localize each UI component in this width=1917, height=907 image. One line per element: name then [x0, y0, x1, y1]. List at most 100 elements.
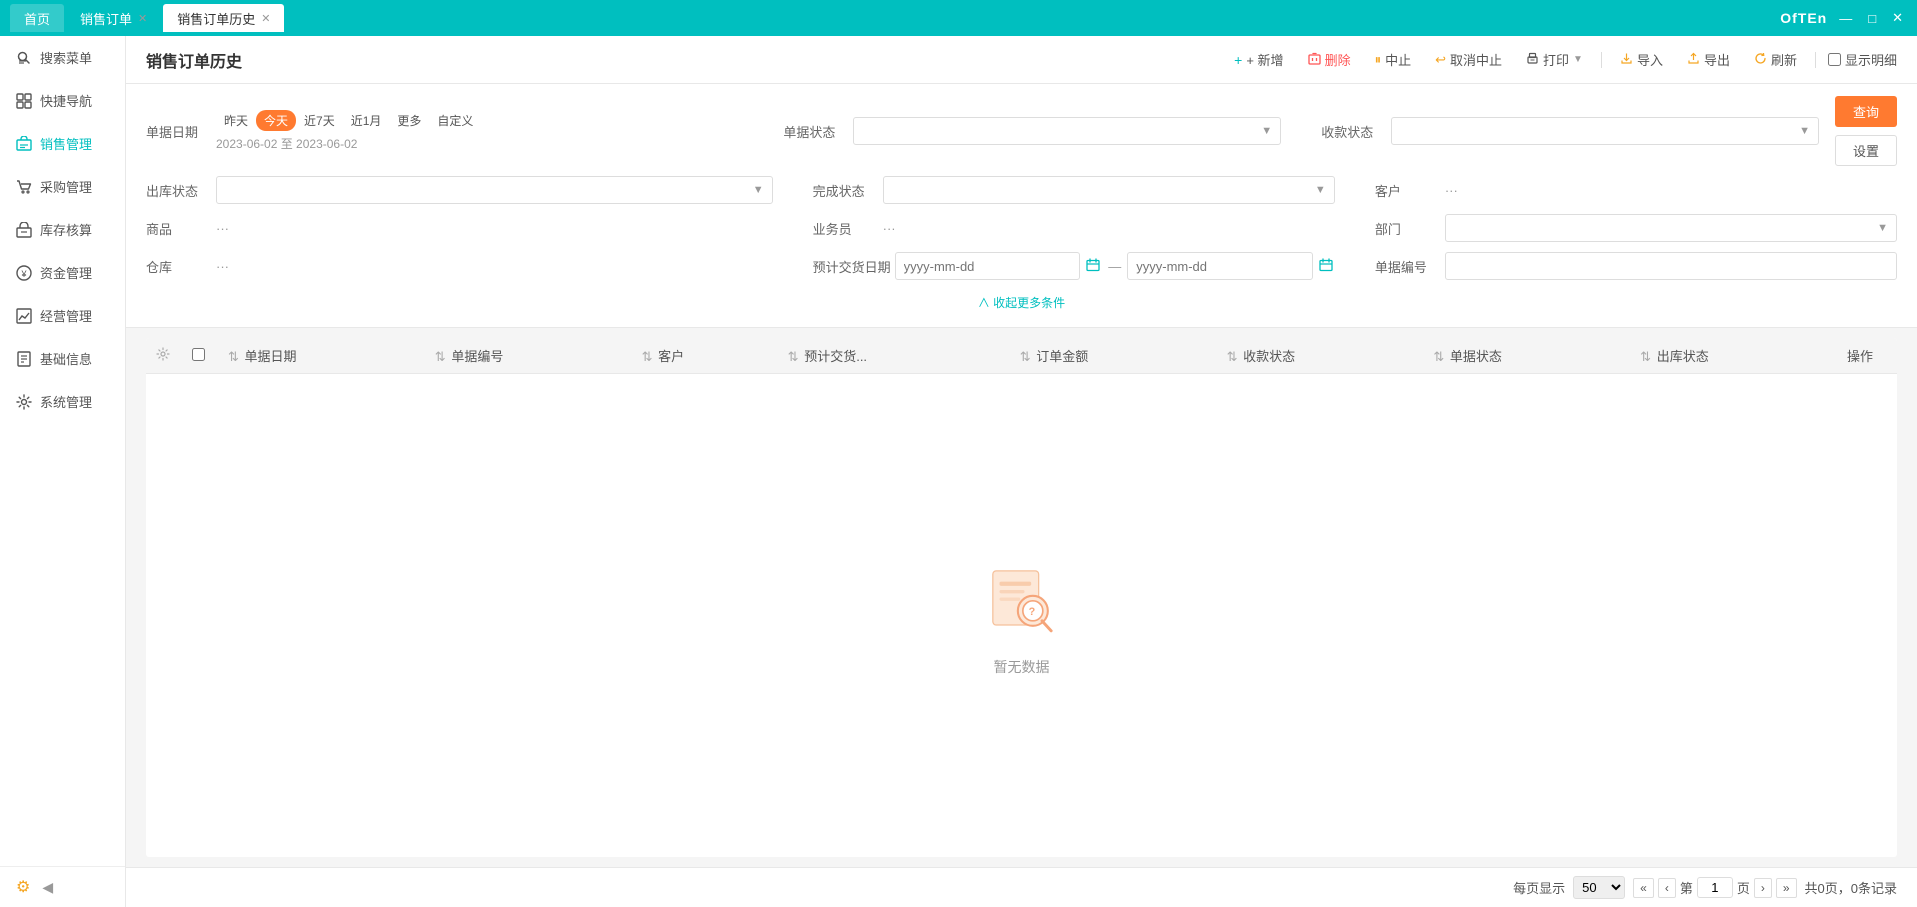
th-order-status-sort-icon: ⇅: [1433, 349, 1444, 364]
th-settings[interactable]: [146, 338, 182, 374]
payment-status-select[interactable]: ▼: [1391, 117, 1819, 145]
salesperson-dots[interactable]: ···: [883, 221, 896, 236]
sidebar-item-inventory[interactable]: 库存核算: [0, 208, 125, 251]
select-all-checkbox[interactable]: [192, 348, 205, 361]
sidebar-item-sales-mgmt[interactable]: 销售管理: [0, 122, 125, 165]
th-amount[interactable]: ⇅ 订单金额: [1010, 338, 1217, 374]
th-payment-status[interactable]: ⇅ 收款状态: [1217, 338, 1424, 374]
th-no[interactable]: ⇅ 单据编号: [425, 338, 632, 374]
import-label: 导入: [1637, 50, 1663, 69]
setting-btn[interactable]: 设置: [1835, 135, 1897, 166]
page-size-select[interactable]: 50 10 20 100: [1573, 876, 1625, 899]
page-size-label: 每页显示: [1513, 878, 1565, 897]
date-btn-7days[interactable]: 近7天: [296, 110, 343, 131]
prev-page-btn[interactable]: ‹: [1658, 878, 1676, 898]
first-page-btn[interactable]: «: [1633, 878, 1654, 898]
stop-btn[interactable]: ⏸ 中止: [1369, 46, 1418, 73]
date-btn-custom[interactable]: 自定义: [429, 110, 481, 131]
order-status-select[interactable]: ▼: [853, 117, 1281, 145]
outbound-status-select[interactable]: ▼: [216, 176, 773, 204]
sidebar-item-operations[interactable]: 经营管理: [0, 294, 125, 337]
print-dropdown-icon[interactable]: ▼: [1573, 54, 1583, 65]
expected-date-from[interactable]: [895, 252, 1081, 280]
page-nav: « ‹ 第 页 › »: [1633, 877, 1796, 898]
expected-date-to[interactable]: [1127, 252, 1313, 280]
display-detail-toggle[interactable]: 显示明细: [1828, 50, 1897, 69]
pagination: 每页显示 50 10 20 100 « ‹ 第 页 › » 共0页，0条记录: [126, 867, 1917, 907]
filter-department: 部门 ▼: [1375, 214, 1897, 242]
th-customer[interactable]: ⇅ 客户: [632, 338, 778, 374]
th-order-status[interactable]: ⇅ 单据状态: [1423, 338, 1630, 374]
cancel-stop-btn[interactable]: ↩ 取消中止: [1429, 46, 1508, 73]
maximize-btn[interactable]: □: [1864, 11, 1880, 26]
brand-label: OfTEn: [1780, 10, 1827, 26]
date-btn-yesterday[interactable]: 昨天: [216, 110, 256, 131]
date-btn-more[interactable]: 更多: [389, 110, 429, 131]
tab-home[interactable]: 首页: [10, 4, 64, 32]
page-input[interactable]: [1697, 877, 1733, 898]
tab-sales-order-history-close[interactable]: ✕: [261, 12, 270, 25]
customer-dots[interactable]: ···: [1445, 183, 1458, 198]
delete-btn[interactable]: 删除: [1302, 46, 1357, 73]
th-date[interactable]: ⇅ 单据日期: [218, 338, 425, 374]
sidebar-item-search-menu[interactable]: 搜索菜单: [0, 36, 125, 79]
order-status-chevron: ▼: [1261, 125, 1272, 137]
collapse-conditions[interactable]: ∧ 收起更多条件: [146, 290, 1897, 315]
sidebar-item-system-mgmt[interactable]: 系统管理: [0, 380, 125, 423]
calendar-icon-from[interactable]: [1086, 258, 1100, 275]
last-page-btn[interactable]: »: [1776, 878, 1797, 898]
complete-status-label: 完成状态: [813, 181, 883, 200]
th-expected-date[interactable]: ⇅ 预计交货...: [778, 338, 1010, 374]
search-menu-icon: [16, 50, 32, 66]
warehouse-dots[interactable]: ···: [216, 259, 229, 274]
warehouse-label: 仓库: [146, 257, 216, 276]
refresh-icon: [1754, 52, 1767, 68]
filter-expected-date: 预计交货日期 —: [813, 252, 1335, 280]
minimize-btn[interactable]: —: [1835, 11, 1856, 26]
date-btn-today[interactable]: 今天: [256, 110, 296, 131]
th-checkbox[interactable]: [182, 338, 218, 374]
complete-status-select[interactable]: ▼: [883, 176, 1335, 204]
tab-sales-order-history[interactable]: 销售订单历史 ✕: [163, 4, 284, 32]
sidebar-item-system-mgmt-label: 系统管理: [40, 392, 92, 411]
empty-state: ? 暂无数据: [146, 374, 1897, 857]
filter-payment-status: 收款状态 ▼: [1321, 117, 1819, 145]
print-label: 打印: [1543, 50, 1569, 69]
table-container: ⇅ 单据日期 ⇅ 单据编号 ⇅ 客户: [146, 338, 1897, 857]
sidebar-item-inventory-label: 库存核算: [40, 220, 92, 239]
tab-sales-order-close[interactable]: ✕: [138, 12, 147, 25]
next-page-btn[interactable]: ›: [1754, 878, 1772, 898]
table-area: ⇅ 单据日期 ⇅ 单据编号 ⇅ 客户: [126, 328, 1917, 867]
department-label: 部门: [1375, 219, 1445, 238]
operations-icon: [16, 308, 32, 324]
export-label: 导出: [1704, 50, 1730, 69]
new-btn[interactable]: + + 新增: [1228, 46, 1289, 73]
query-btn[interactable]: 查询: [1835, 96, 1897, 127]
sidebar-item-finance[interactable]: ¥ 资金管理: [0, 251, 125, 294]
close-btn[interactable]: ✕: [1888, 10, 1907, 26]
th-outbound-status[interactable]: ⇅ 出库状态: [1630, 338, 1837, 374]
export-btn[interactable]: 导出: [1681, 46, 1736, 73]
collapse-sidebar-icon[interactable]: ◀: [42, 879, 53, 896]
page-header: 销售订单历史 + + 新增 删除 ⏸ 中止 ↩ 取: [126, 36, 1917, 84]
sidebar-item-quick-nav[interactable]: 快捷导航: [0, 79, 125, 122]
order-status-label: 单据状态: [783, 122, 853, 141]
settings-icon[interactable]: ⚙: [16, 877, 30, 897]
display-detail-checkbox[interactable]: [1828, 53, 1841, 66]
th-amount-sort-icon: ⇅: [1020, 349, 1031, 364]
goods-dots[interactable]: ···: [216, 221, 229, 236]
sales-mgmt-icon: [16, 136, 32, 152]
calendar-icon-to[interactable]: [1319, 258, 1333, 275]
new-label: + 新增: [1246, 50, 1283, 69]
outbound-status-label: 出库状态: [146, 181, 216, 200]
tab-sales-order[interactable]: 销售订单 ✕: [66, 4, 161, 32]
filter-outbound-status: 出库状态 ▼: [146, 176, 773, 204]
date-btn-1month[interactable]: 近1月: [343, 110, 390, 131]
sidebar-item-purchase-mgmt[interactable]: 采购管理: [0, 165, 125, 208]
sidebar-item-basic-info[interactable]: 基础信息: [0, 337, 125, 380]
import-btn[interactable]: 导入: [1614, 46, 1669, 73]
order-no-input[interactable]: [1445, 252, 1897, 280]
print-btn[interactable]: 打印 ▼: [1520, 46, 1589, 73]
refresh-btn[interactable]: 刷新: [1748, 46, 1803, 73]
department-select[interactable]: ▼: [1445, 214, 1897, 242]
